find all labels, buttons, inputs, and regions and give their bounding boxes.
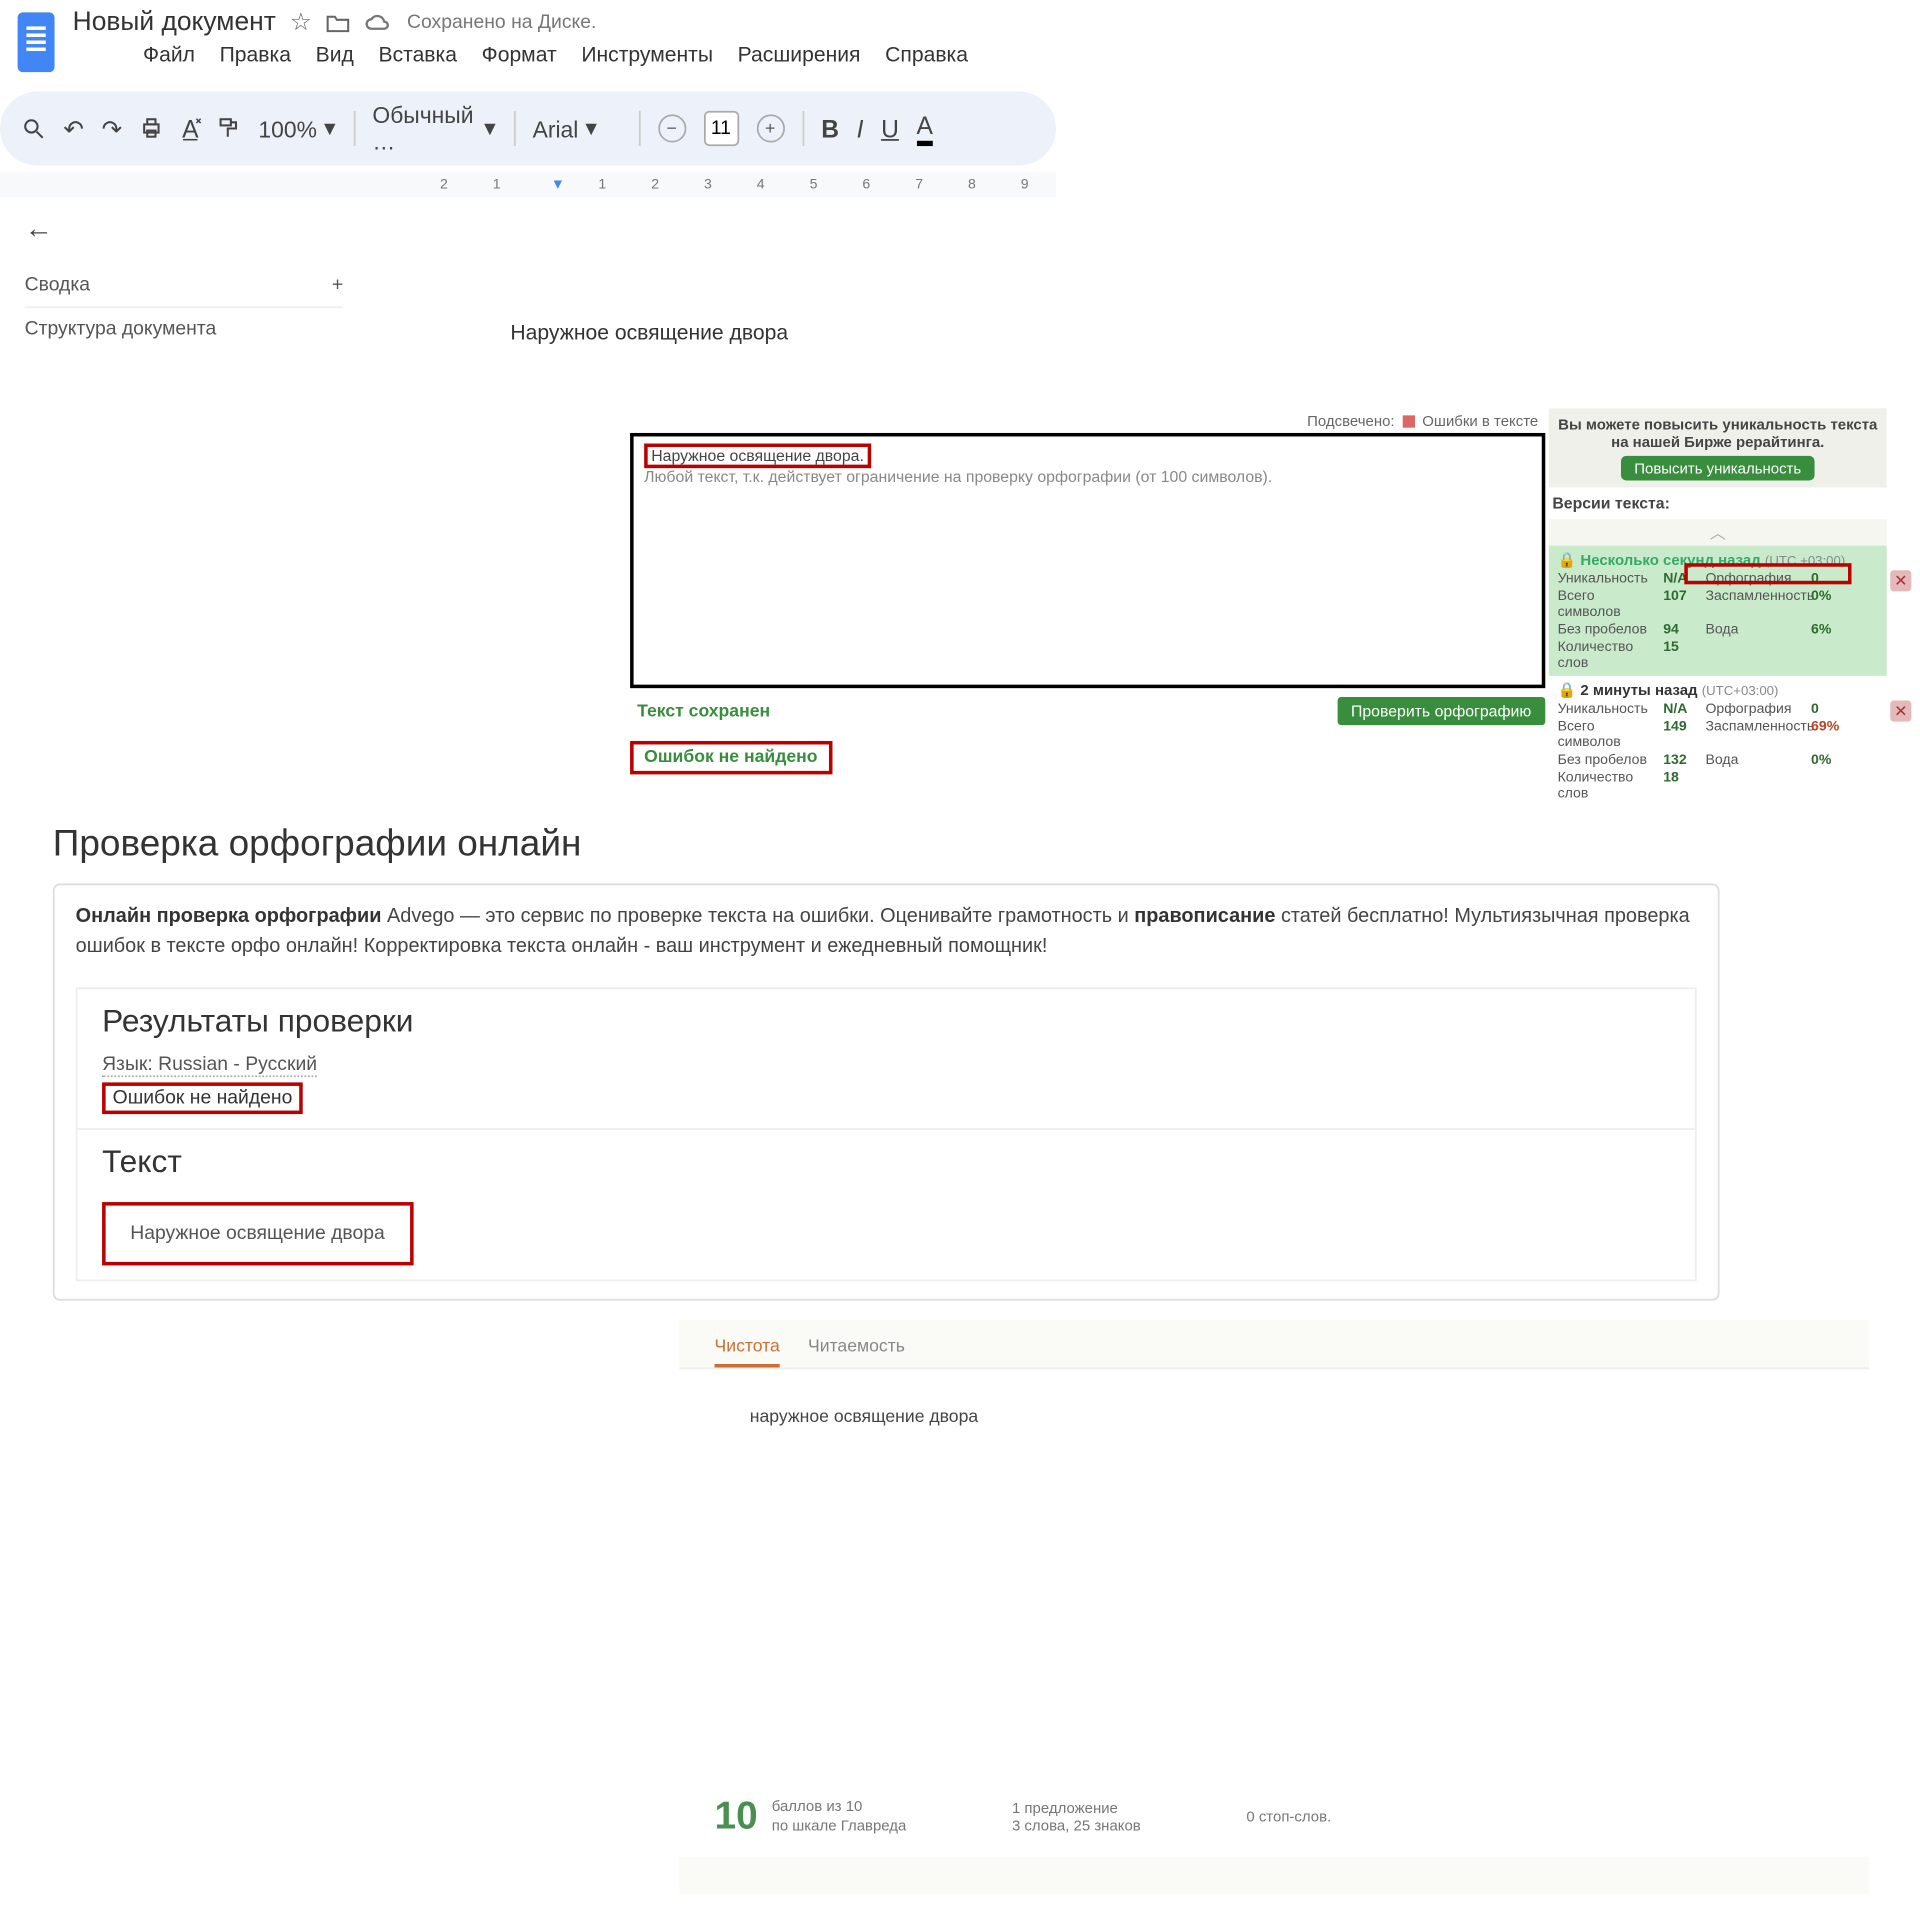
outline-panel: ← Сводка + Структура документа: [0, 197, 370, 443]
version-delete-icon[interactable]: ✕: [1890, 700, 1911, 721]
chevron-down-icon: ▾: [585, 114, 596, 142]
chevron-down-icon: ▾: [484, 114, 495, 142]
text-heading: Текст: [102, 1144, 1670, 1181]
cloud-saved-icon: [365, 11, 393, 32]
tab-cleanliness[interactable]: Чистота: [715, 1338, 780, 1368]
star-icon[interactable]: ☆: [290, 7, 312, 37]
highlight-box: [1684, 563, 1851, 584]
ruler[interactable]: 21 ▼ 123 456 789: [0, 172, 1056, 197]
sentence-count: 1 предложение: [1012, 1799, 1141, 1817]
menu-format[interactable]: Формат: [482, 42, 557, 67]
text-content: Наружное освящение двора: [102, 1202, 413, 1265]
menu-view[interactable]: Вид: [316, 42, 354, 67]
document-page[interactable]: Наружное освящение двора: [370, 197, 1056, 443]
back-arrow-icon[interactable]: ←: [25, 215, 344, 247]
doc-title[interactable]: Новый документ: [73, 7, 276, 37]
lock-icon: 🔒: [1558, 551, 1577, 569]
italic-icon[interactable]: I: [857, 114, 864, 142]
font-dropdown[interactable]: Arial ▾: [533, 114, 621, 142]
hint-text: Любой текст, т.к. действует ограничение …: [644, 468, 1272, 486]
font-size-input[interactable]: [703, 111, 738, 146]
zoom-dropdown[interactable]: 100% ▾: [258, 114, 335, 142]
undo-icon[interactable]: ↶: [63, 114, 84, 144]
score-value: 10: [715, 1793, 758, 1839]
spellcheck-icon[interactable]: A̲̽: [182, 114, 198, 142]
tabs: Чистота Читаемость: [679, 1320, 1869, 1368]
chevron-down-icon: ▾: [324, 114, 335, 142]
versions-label: Версии текста:: [1549, 488, 1887, 520]
menu-extensions[interactable]: Расширения: [738, 42, 861, 67]
glavred-panel: Чистота Читаемость наружное освящение дв…: [679, 1320, 1869, 1894]
underline-icon[interactable]: U: [881, 114, 899, 142]
saved-status: Сохранено на Диске.: [407, 11, 596, 32]
version-item[interactable]: 🔒 Несколько секунд назад (UTC +03:00) Ун…: [1549, 546, 1887, 676]
outline-label: Структура документа: [25, 319, 217, 340]
score-line2: по шкале Главреда: [772, 1816, 907, 1835]
page-heading: Проверка орфографии онлайн: [53, 817, 1720, 884]
description: Онлайн проверка орфографии Advego — это …: [76, 903, 1697, 963]
print-icon[interactable]: [140, 116, 165, 141]
bold-icon[interactable]: B: [821, 114, 839, 142]
no-errors-badge: Ошибок не найдено: [630, 741, 832, 774]
legend-swatch-icon: [1402, 416, 1414, 428]
style-dropdown[interactable]: Обычный … ▾: [372, 102, 495, 155]
version-delete-icon[interactable]: ✕: [1890, 570, 1911, 591]
results-panel: Проверка орфографии онлайн Онлайн провер…: [53, 817, 1720, 1301]
highlighted-error: Наружное освящение двора.: [644, 444, 871, 469]
word-count: 3 слова, 25 знаков: [1012, 1816, 1141, 1834]
toolbar: ↶ ↷ A̲̽ 100% ▾ Обычный … ▾ Arial ▾ − + B…: [0, 92, 1056, 166]
summary-label[interactable]: Сводка: [25, 275, 90, 296]
results-heading: Результаты проверки: [102, 1003, 1670, 1040]
redo-icon[interactable]: ↷: [102, 114, 123, 144]
promo-box: Вы можете повысить уникальность текста н…: [1549, 408, 1887, 487]
score-line1: баллов из 10: [772, 1797, 907, 1816]
check-spelling-button[interactable]: Проверить орфографию: [1337, 697, 1545, 725]
lock-icon: 🔒: [1558, 681, 1577, 699]
menu-edit[interactable]: Правка: [220, 42, 291, 67]
language-row: Язык: Russian - Русский: [102, 1054, 317, 1077]
font-size-decrease[interactable]: −: [658, 114, 686, 142]
text-input-area[interactable]: Наружное освящение двора. Любой текст, т…: [630, 433, 1545, 688]
no-errors-badge: Ошибок не найдено: [102, 1082, 303, 1114]
add-summary-icon[interactable]: +: [332, 275, 343, 296]
move-folder-icon[interactable]: [326, 11, 351, 32]
legend: Подсвечено: Ошибки в тексте: [630, 408, 1545, 433]
stopword-count: 0 стоп-слов.: [1246, 1808, 1331, 1826]
font-size-increase[interactable]: +: [756, 114, 784, 142]
menu-help[interactable]: Справка: [885, 42, 968, 67]
menu-insert[interactable]: Вставка: [378, 42, 457, 67]
promo-button[interactable]: Повысить уникальность: [1620, 456, 1815, 481]
footer-stats: 10 баллов из 10 по шкале Главреда 1 пред…: [679, 1790, 1869, 1857]
docs-logo-icon[interactable]: [18, 12, 55, 72]
versions-up-icon[interactable]: ︿: [1549, 519, 1887, 545]
menu-file[interactable]: Файл: [143, 42, 195, 67]
editor-body[interactable]: наружное освящение двора: [679, 1368, 1869, 1790]
paint-format-icon[interactable]: [216, 116, 241, 141]
body-text: наружное освящение двора: [750, 1408, 978, 1427]
menu-tools[interactable]: Инструменты: [581, 42, 713, 67]
text-color-icon[interactable]: A: [916, 111, 932, 146]
text-saved-status: Текст сохранен: [630, 701, 770, 720]
gdocs-window: Новый документ ☆ Сохранено на Диске. Фай…: [0, 0, 1056, 444]
page-text: Наружное освящение двора: [510, 320, 788, 345]
tab-readability[interactable]: Читаемость: [808, 1338, 905, 1368]
menu-bar: Файл Правка Вид Вставка Формат Инструмен…: [73, 37, 1039, 77]
version-item[interactable]: 🔒 2 минуты назад (UTC+03:00) Уникальност…: [1549, 676, 1887, 806]
search-icon[interactable]: [21, 116, 46, 141]
